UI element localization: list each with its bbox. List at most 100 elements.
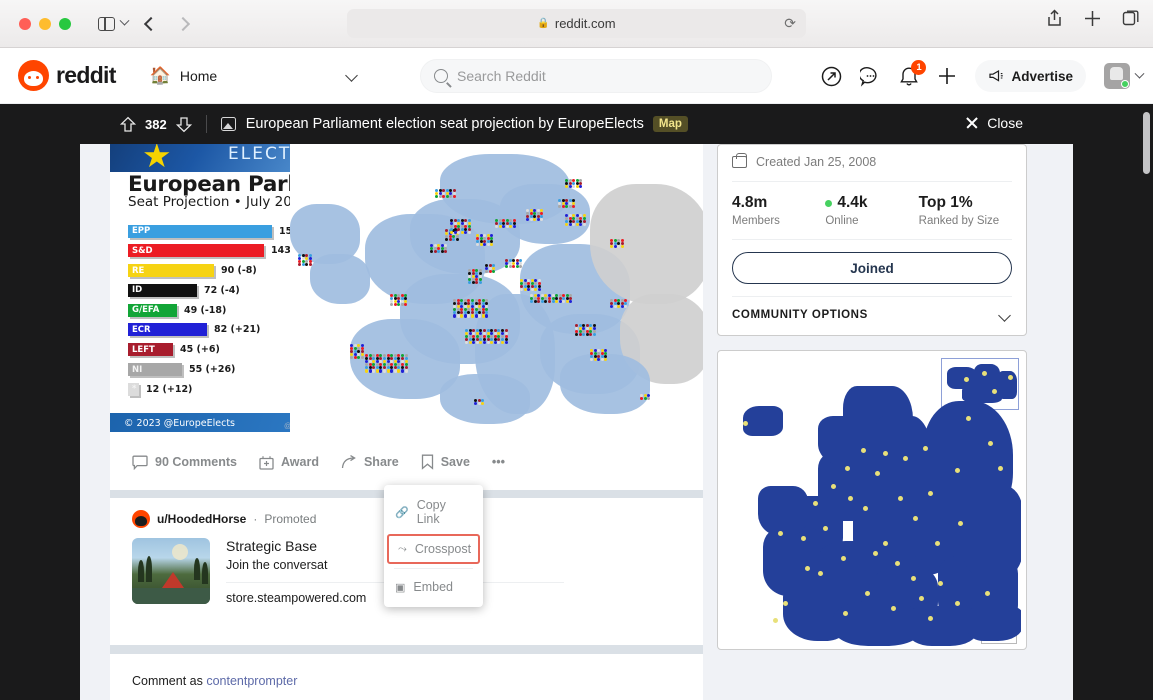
- legend-bar: S&D: [128, 244, 264, 257]
- country-seat-cluster: [365, 354, 408, 373]
- community-info-card: Created Jan 25, 2008 4.8mMembers4.4kOnli…: [717, 144, 1027, 336]
- capital-city-dot: [928, 616, 933, 621]
- lightbox-close-button[interactable]: Close: [965, 115, 1023, 131]
- close-icon: [965, 116, 979, 130]
- community-options-toggle[interactable]: COMMUNITY OPTIONS: [732, 309, 1012, 321]
- share-arrow-icon: [341, 455, 357, 470]
- popular-icon[interactable]: [821, 66, 842, 87]
- close-window-button[interactable]: [19, 18, 31, 30]
- advertise-button[interactable]: Advertise: [975, 60, 1086, 92]
- lightbox-right-edge: [1073, 104, 1153, 700]
- country-seat-cluster: [350, 344, 364, 359]
- reddit-logo[interactable]: reddit: [18, 60, 116, 91]
- online-indicator: [1121, 80, 1129, 88]
- minimize-window-button[interactable]: [39, 18, 51, 30]
- eu-country-shape: [818, 416, 878, 466]
- share-icon[interactable]: [1046, 9, 1063, 27]
- page-scrollbar[interactable]: [1143, 112, 1150, 174]
- avatar: [1104, 63, 1130, 89]
- promoted-thumbnail[interactable]: [132, 538, 210, 604]
- map-landmass: [310, 254, 370, 304]
- country-seat-cluster: [555, 294, 573, 303]
- capital-city-dot: [928, 491, 933, 496]
- legend-bar: EPP: [128, 225, 272, 238]
- post-flair[interactable]: Map: [653, 116, 688, 132]
- capital-city-dot: [743, 421, 748, 426]
- water-shape: [132, 588, 210, 604]
- sun-icon: [172, 544, 188, 560]
- legend-seat-value: 90 (-8): [221, 265, 257, 276]
- chevron-down-icon[interactable]: [345, 69, 358, 82]
- capital-city-dot: [843, 611, 848, 616]
- post-detail-panel: ★ ELECTS 2019 Election Result European P…: [80, 144, 1073, 700]
- map-landmass: [590, 184, 703, 304]
- capital-city-dot: [818, 571, 823, 576]
- stat-value: 4.8m: [732, 194, 825, 212]
- share-button[interactable]: Share: [341, 455, 399, 470]
- more-options-button[interactable]: •••: [492, 455, 505, 469]
- tabs-overview-icon[interactable]: [1122, 10, 1139, 27]
- country-seat-cluster: [590, 349, 608, 361]
- user-menu[interactable]: [1104, 63, 1143, 89]
- chat-icon[interactable]: [860, 66, 881, 87]
- community-banner-card[interactable]: [717, 350, 1027, 650]
- comments-button[interactable]: 90 Comments: [132, 455, 237, 470]
- address-bar[interactable]: 🔒 reddit.com ⟳: [347, 9, 806, 38]
- new-tab-icon[interactable]: [1084, 10, 1101, 27]
- divider: [732, 181, 1012, 182]
- search-bar[interactable]: [420, 59, 772, 93]
- legend-bar: RE: [128, 264, 214, 277]
- stat-value: Top 1%: [919, 194, 1012, 212]
- comment-as-username[interactable]: contentprompter: [206, 674, 297, 688]
- election-infographic[interactable]: ★ ELECTS 2019 Election Result European P…: [110, 144, 703, 440]
- joined-button[interactable]: Joined: [732, 252, 1012, 284]
- capital-city-dot: [935, 541, 940, 546]
- comment-icon: [132, 455, 148, 470]
- capital-city-dot: [988, 441, 993, 446]
- lightbox-left-edge: [0, 104, 80, 700]
- chevron-down-icon: [120, 16, 130, 26]
- legend-party-name: RE: [128, 266, 144, 276]
- upvote-icon[interactable]: [120, 116, 136, 133]
- country-seat-cluster: [476, 234, 494, 246]
- capital-city-dot: [845, 466, 850, 471]
- notifications-icon[interactable]: 1: [899, 66, 919, 87]
- search-input[interactable]: [457, 68, 758, 84]
- share-menu-item-copy-link[interactable]: 🔗Copy Link: [384, 491, 483, 533]
- legend-seat-value: 12 (+12): [146, 384, 192, 395]
- create-post-icon[interactable]: [937, 66, 957, 86]
- share-menu-item-embed[interactable]: ▣Embed: [384, 573, 483, 601]
- tent-shape: [162, 572, 184, 588]
- window-traffic-lights[interactable]: [19, 18, 71, 30]
- infographic-subtitle: Seat Projection • July 2023: [128, 194, 309, 210]
- europe-seat-map: [290, 144, 703, 440]
- legend-party-name: G/EFA: [128, 305, 159, 315]
- comments-label: 90 Comments: [155, 455, 237, 469]
- country-seat-cluster: [558, 199, 576, 208]
- reload-icon[interactable]: ⟳: [784, 15, 796, 32]
- capital-city-dot: [883, 541, 888, 546]
- capital-city-dot: [966, 416, 971, 421]
- promoted-username[interactable]: u/HoodedHorse: [157, 512, 246, 526]
- capital-city-dot: [805, 566, 810, 571]
- back-button[interactable]: [144, 16, 158, 30]
- reddit-navbar: reddit 🏠 Home: [0, 48, 1153, 104]
- nav-home-dropdown[interactable]: 🏠 Home: [150, 66, 218, 86]
- country-seat-cluster: [530, 294, 555, 303]
- capital-city-dot: [773, 618, 778, 623]
- save-button[interactable]: Save: [421, 454, 470, 470]
- divider: [732, 296, 1012, 297]
- capital-city-dot: [873, 551, 878, 556]
- downvote-icon[interactable]: [176, 116, 192, 133]
- search-icon: [434, 69, 448, 83]
- home-icon: 🏠: [150, 66, 171, 86]
- country-seat-cluster: [565, 214, 587, 226]
- vote-controls[interactable]: 382: [120, 116, 192, 133]
- sidebar-toggle-button[interactable]: [98, 17, 128, 31]
- embed-icon: ▣: [395, 581, 405, 594]
- share-menu[interactable]: 🔗Copy Link⤳Crosspost ▣Embed: [384, 485, 483, 607]
- share-menu-item-crosspost[interactable]: ⤳Crosspost: [387, 534, 480, 564]
- forward-button[interactable]: [176, 16, 190, 30]
- maximize-window-button[interactable]: [59, 18, 71, 30]
- award-button[interactable]: Award: [259, 455, 319, 470]
